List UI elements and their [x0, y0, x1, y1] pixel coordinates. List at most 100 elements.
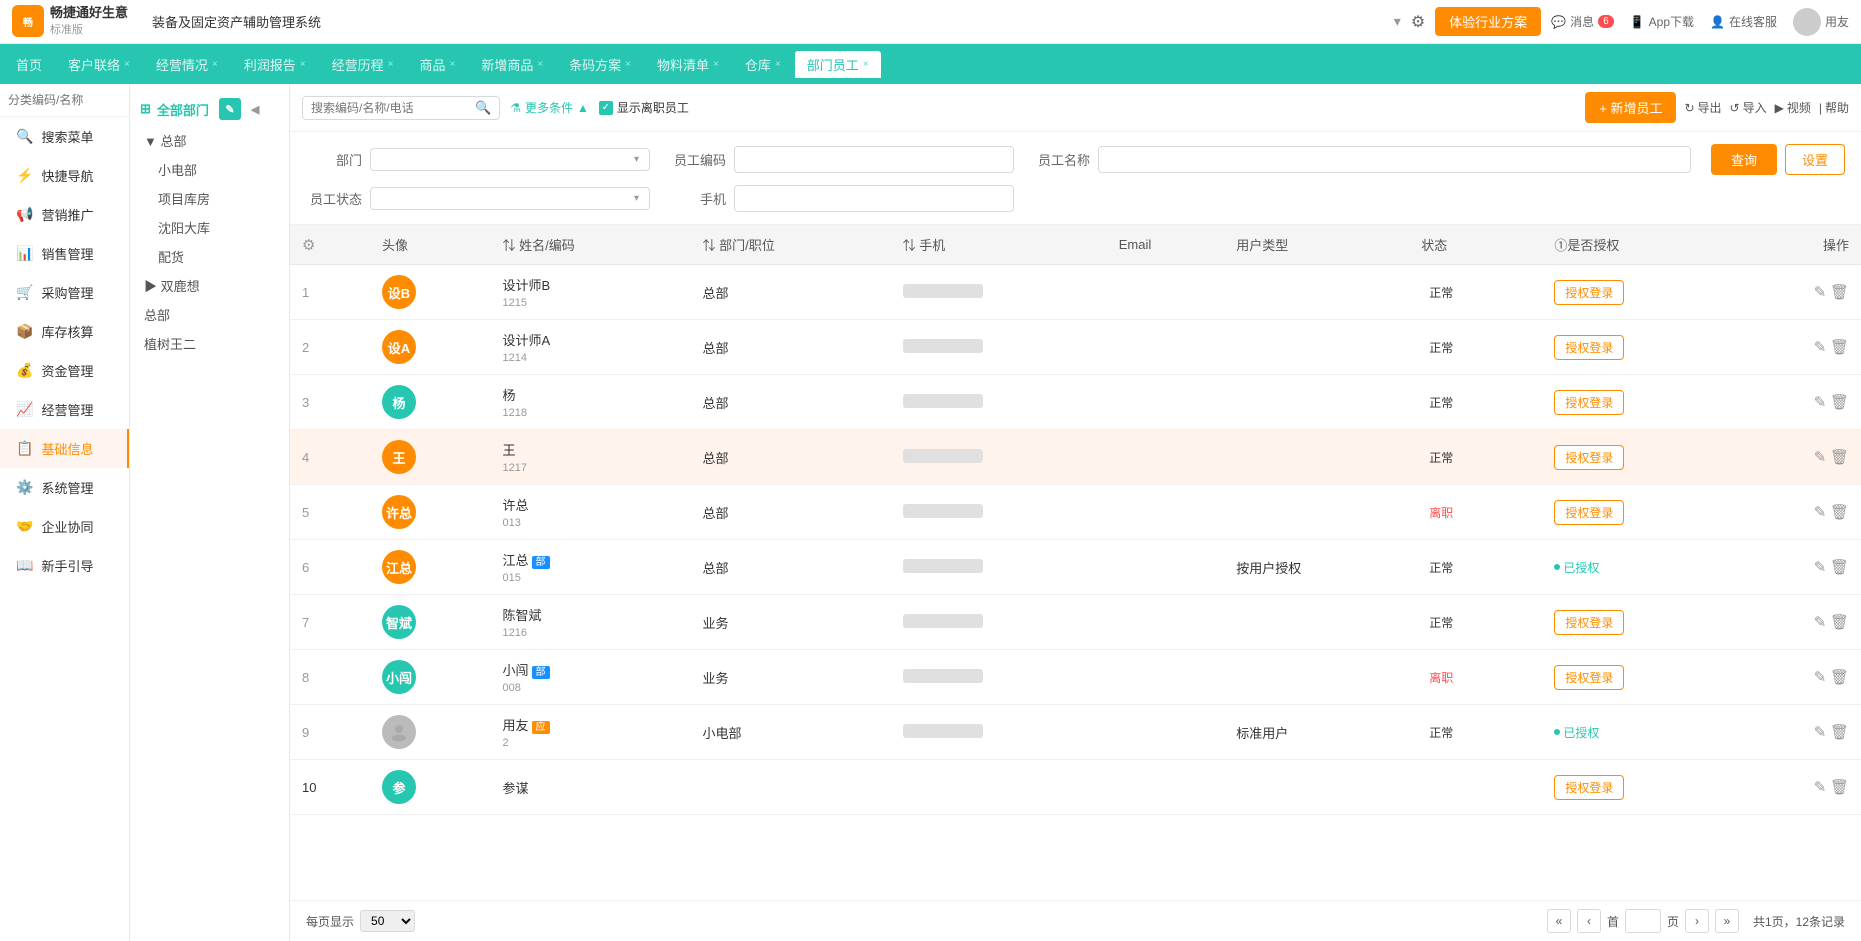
- auth-button[interactable]: 授权登录: [1554, 390, 1624, 415]
- edit-icon[interactable]: ✎: [1814, 558, 1827, 576]
- tab-close-icon[interactable]: ×: [537, 59, 543, 70]
- tab-close-icon[interactable]: ×: [212, 59, 218, 70]
- emp-name-input[interactable]: [1098, 146, 1691, 173]
- auth-button[interactable]: 授权登录: [1554, 665, 1624, 690]
- tab-close-icon[interactable]: ×: [863, 59, 869, 70]
- nav-tab-经营历程[interactable]: 经营历程×: [320, 51, 406, 78]
- nav-tab-经营情况[interactable]: 经营情况×: [144, 51, 230, 78]
- tab-close-icon[interactable]: ×: [625, 59, 631, 70]
- first-page-btn[interactable]: «: [1547, 909, 1571, 933]
- sidebar-item-系统管理[interactable]: ⚙️系统管理: [0, 468, 129, 507]
- view-button[interactable]: ▶ 视频: [1775, 99, 1811, 116]
- next-page-btn[interactable]: ›: [1685, 909, 1709, 933]
- delete-icon[interactable]: 🗑: [1830, 448, 1849, 466]
- sidebar-item-企业协同[interactable]: 🤝企业协同: [0, 507, 129, 546]
- delete-icon[interactable]: 🗑: [1830, 338, 1849, 356]
- auth-button[interactable]: 授权登录: [1554, 610, 1624, 635]
- employee-search-input[interactable]: [311, 101, 471, 115]
- edit-dept-btn[interactable]: ✎: [219, 98, 241, 120]
- add-employee-button[interactable]: + 新增员工: [1585, 92, 1676, 123]
- delete-icon[interactable]: 🗑: [1830, 723, 1849, 741]
- set-button[interactable]: 设置: [1785, 144, 1845, 175]
- query-button[interactable]: 查询: [1711, 144, 1777, 175]
- edit-icon[interactable]: ✎: [1814, 723, 1827, 741]
- col-name-code[interactable]: ⇅ 姓名/编码: [491, 225, 691, 265]
- edit-icon[interactable]: ✎: [1814, 283, 1827, 301]
- edit-icon[interactable]: ✎: [1814, 613, 1827, 631]
- sidebar-item-搜索菜单[interactable]: 🔍搜索菜单: [0, 117, 129, 156]
- sidebar-item-基础信息[interactable]: 📋基础信息: [0, 429, 129, 468]
- dept-all-item[interactable]: ⊞ 全部部门 ✎ ◀: [130, 92, 289, 126]
- tab-close-icon[interactable]: ×: [388, 59, 394, 70]
- user-btn[interactable]: 用友: [1793, 8, 1849, 36]
- prev-page-btn[interactable]: ‹: [1577, 909, 1601, 933]
- emp-code-input[interactable]: [734, 146, 1014, 173]
- sidebar-item-采购管理[interactable]: 🛒采购管理: [0, 273, 129, 312]
- dept-node-总部[interactable]: ▼ 总部: [130, 126, 289, 155]
- dept-node-项目库房[interactable]: 项目库房: [130, 184, 289, 213]
- more-filter-btn[interactable]: ⚗ 更多条件 ▲: [510, 99, 589, 116]
- dept-node-植树王二[interactable]: 植树王二: [130, 329, 289, 358]
- last-page-btn[interactable]: »: [1715, 909, 1739, 933]
- online-service-btn[interactable]: 👤 在线客服: [1710, 13, 1777, 30]
- nav-tab-条码方案[interactable]: 条码方案×: [557, 51, 643, 78]
- sidebar-item-销售管理[interactable]: 📊销售管理: [0, 234, 129, 273]
- nav-tab-利润报告[interactable]: 利润报告×: [232, 51, 318, 78]
- more-button[interactable]: | 帮助: [1819, 99, 1849, 116]
- edit-icon[interactable]: ✎: [1814, 448, 1827, 466]
- nav-tab-部门员工[interactable]: 部门员工×: [795, 51, 881, 78]
- sidebar-item-新手引导[interactable]: 📖新手引导: [0, 546, 129, 585]
- dept-node-双鹿想[interactable]: ▶ 双鹿想: [130, 271, 289, 300]
- tab-close-icon[interactable]: ×: [300, 59, 306, 70]
- system-title-dropdown[interactable]: ▾: [1394, 13, 1401, 30]
- delete-icon[interactable]: 🗑: [1830, 778, 1849, 796]
- message-btn[interactable]: 💬 消息 6: [1551, 13, 1614, 30]
- delete-icon[interactable]: 🗑: [1830, 613, 1849, 631]
- auth-button[interactable]: 授权登录: [1554, 775, 1624, 800]
- edit-icon[interactable]: ✎: [1814, 778, 1827, 796]
- dept-node-沈阳大库[interactable]: 沈阳大库: [130, 213, 289, 242]
- nav-tab-商品[interactable]: 商品×: [407, 51, 467, 78]
- delete-icon[interactable]: 🗑: [1830, 283, 1849, 301]
- dept-node-总部[interactable]: 总部: [130, 300, 289, 329]
- nav-tab-客户联络[interactable]: 客户联络×: [56, 51, 142, 78]
- auth-button[interactable]: 授权登录: [1554, 280, 1624, 305]
- auth-button[interactable]: 授权登录: [1554, 445, 1624, 470]
- edit-icon[interactable]: ✎: [1814, 668, 1827, 686]
- dept-node-小电部[interactable]: 小电部: [130, 155, 289, 184]
- import-button[interactable]: ↺ 导入: [1730, 99, 1767, 116]
- settings-icon[interactable]: ⚙: [1411, 12, 1425, 32]
- delete-icon[interactable]: 🗑: [1830, 503, 1849, 521]
- tab-close-icon[interactable]: ×: [775, 59, 781, 70]
- sidebar-item-快捷导航[interactable]: ⚡快捷导航: [0, 156, 129, 195]
- nav-tab-新增商品[interactable]: 新增商品×: [469, 51, 555, 78]
- edit-icon[interactable]: ✎: [1814, 393, 1827, 411]
- nav-tab-首页[interactable]: 首页: [4, 51, 54, 78]
- sidebar-item-库存核算[interactable]: 📦库存核算: [0, 312, 129, 351]
- tab-close-icon[interactable]: ×: [713, 59, 719, 70]
- delete-icon[interactable]: 🗑: [1830, 668, 1849, 686]
- sidebar-item-经营管理[interactable]: 📈经营管理: [0, 390, 129, 429]
- col-settings[interactable]: ⚙: [290, 225, 370, 265]
- trial-button[interactable]: 体验行业方案: [1435, 7, 1541, 36]
- auth-button[interactable]: 授权登录: [1554, 500, 1624, 525]
- nav-tab-物料清单[interactable]: 物料清单×: [645, 51, 731, 78]
- app-download-btn[interactable]: 📱 App下载: [1630, 13, 1694, 30]
- phone-input[interactable]: [734, 185, 1014, 212]
- show-resigned-toggle[interactable]: ✓ 显示离职员工: [599, 99, 689, 116]
- tab-close-icon[interactable]: ×: [124, 59, 130, 70]
- sidebar-item-营销推广[interactable]: 📢营销推广: [0, 195, 129, 234]
- dept-select[interactable]: ▾: [370, 148, 650, 171]
- page-number-input[interactable]: 1: [1625, 909, 1661, 933]
- export-button[interactable]: ↻ 导出: [1684, 99, 1721, 116]
- dept-node-配货[interactable]: 配货: [130, 242, 289, 271]
- col-dept-position[interactable]: ⇅ 部门/职位: [691, 225, 891, 265]
- emp-status-select[interactable]: ▾: [370, 187, 650, 210]
- sidebar-item-资金管理[interactable]: 💰资金管理: [0, 351, 129, 390]
- delete-icon[interactable]: 🗑: [1830, 558, 1849, 576]
- auth-button[interactable]: 授权登录: [1554, 335, 1624, 360]
- nav-tab-仓库[interactable]: 仓库×: [733, 51, 793, 78]
- col-phone[interactable]: ⇅ 手机: [891, 225, 1107, 265]
- delete-icon[interactable]: 🗑: [1830, 393, 1849, 411]
- edit-icon[interactable]: ✎: [1814, 338, 1827, 356]
